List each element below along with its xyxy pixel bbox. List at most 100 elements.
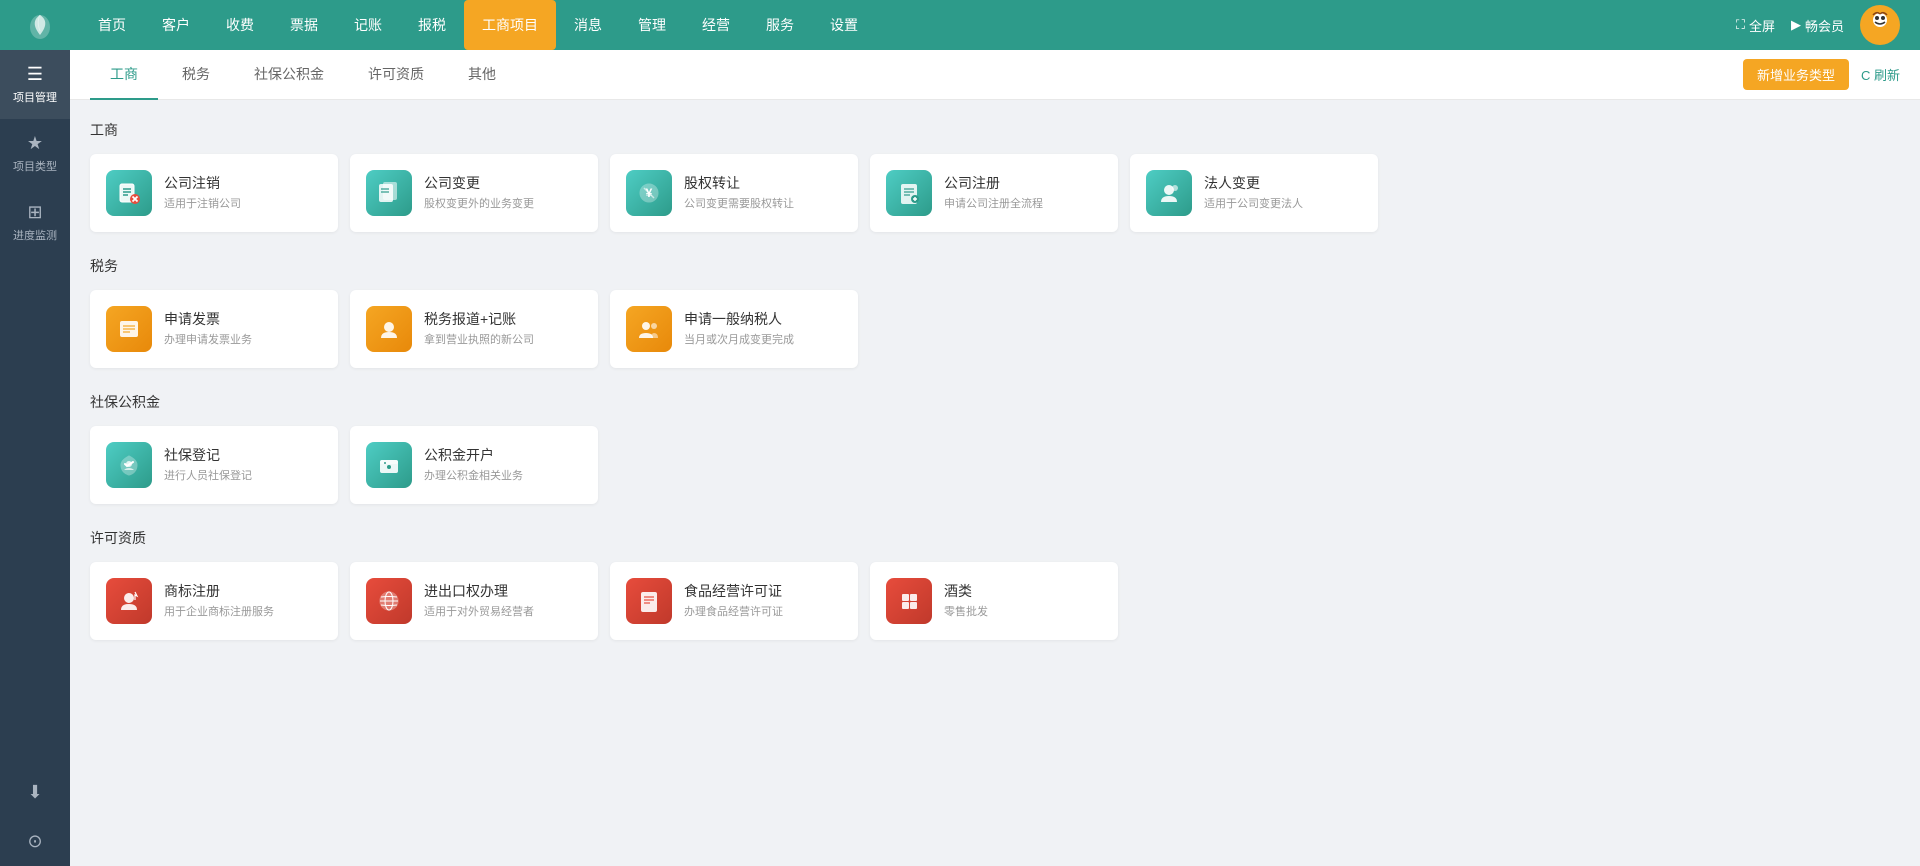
shuiwu-card-grid: 申请发票 办理申请发票业务 税务报道+记账 xyxy=(90,290,1900,368)
card-food-license[interactable]: 食品经营许可证 办理食品经营许可证 xyxy=(610,562,858,640)
tab-shebao[interactable]: 社保公积金 xyxy=(234,50,344,100)
legal-change-title: 法人变更 xyxy=(1204,173,1362,193)
card-trademark[interactable]: 商标注册 用于企业商标注册服务 xyxy=(90,562,338,640)
nav-fee[interactable]: 收费 xyxy=(208,0,272,50)
sidebar-item-progress[interactable]: ⊞ 进度监测 xyxy=(0,188,70,257)
sidebar-download[interactable]: ⬇ xyxy=(0,768,70,817)
company-cancel-title: 公司注销 xyxy=(164,173,322,193)
nav-tax[interactable]: 报税 xyxy=(400,0,464,50)
card-company-change[interactable]: 公司变更 股权变更外的业务变更 xyxy=(350,154,598,232)
liquor-icon xyxy=(886,578,932,624)
nav-service[interactable]: 服务 xyxy=(748,0,812,50)
taxpayer-title: 申请一般纳税人 xyxy=(684,309,842,329)
fullscreen-button[interactable]: ⛶ 全屏 xyxy=(1736,16,1775,35)
company-cancel-desc: 适用于注销公司 xyxy=(164,197,322,212)
sidebar-item-project-manage[interactable]: ☰ 项目管理 xyxy=(0,50,70,119)
liquor-info: 酒类 零售批发 xyxy=(944,581,1102,620)
company-cancel-icon xyxy=(106,170,152,216)
company-change-icon xyxy=(366,170,412,216)
card-provident-fund[interactable]: 公积金开户 办理公积金相关业务 xyxy=(350,426,598,504)
social-security-icon xyxy=(106,442,152,488)
sidebar-item-project-type[interactable]: ★ 项目类型 xyxy=(0,119,70,188)
nav-right: ⛶ 全屏 ▶ 畅会员 xyxy=(1736,5,1900,45)
company-change-title: 公司变更 xyxy=(424,173,582,193)
section-shebao-title: 社保公积金 xyxy=(90,392,1900,412)
nav-manage[interactable]: 管理 xyxy=(620,0,684,50)
tax-report-icon xyxy=(366,306,412,352)
provident-fund-icon xyxy=(366,442,412,488)
taxpayer-desc: 当月或次月成变更完成 xyxy=(684,333,842,348)
tab-shuiwu[interactable]: 税务 xyxy=(162,50,230,100)
card-taxpayer[interactable]: 申请一般纳税人 当月或次月成变更完成 xyxy=(610,290,858,368)
company-change-info: 公司变更 股权变更外的业务变更 xyxy=(424,173,582,212)
liquor-desc: 零售批发 xyxy=(944,605,1102,620)
provident-fund-desc: 办理公积金相关业务 xyxy=(424,469,582,484)
import-export-icon xyxy=(366,578,412,624)
card-tax-report[interactable]: 税务报道+记账 拿到营业执照的新公司 xyxy=(350,290,598,368)
location-icon: ⊙ xyxy=(27,831,42,852)
import-export-desc: 适用于对外贸易经营者 xyxy=(424,605,582,620)
invoice-info: 申请发票 办理申请发票业务 xyxy=(164,309,322,348)
tax-report-info: 税务报道+记账 拿到营业执照的新公司 xyxy=(424,309,582,348)
section-gongshang: 工商 xyxy=(90,120,1900,232)
play-icon: ▶ xyxy=(1791,17,1801,33)
legal-change-icon xyxy=(1146,170,1192,216)
nav-business[interactable]: 工商项目 xyxy=(464,0,556,50)
invoice-desc: 办理申请发票业务 xyxy=(164,333,322,348)
vip-button[interactable]: ▶ 畅会员 xyxy=(1791,16,1844,35)
invoice-title: 申请发票 xyxy=(164,309,322,329)
import-export-title: 进出口权办理 xyxy=(424,581,582,601)
star-icon: ★ xyxy=(27,133,43,154)
taxpayer-info: 申请一般纳税人 当月或次月成变更完成 xyxy=(684,309,842,348)
card-import-export[interactable]: 进出口权办理 适用于对外贸易经营者 xyxy=(350,562,598,640)
avatar[interactable] xyxy=(1860,5,1900,45)
nav-customer[interactable]: 客户 xyxy=(144,0,208,50)
nav-ticket[interactable]: 票据 xyxy=(272,0,336,50)
trademark-title: 商标注册 xyxy=(164,581,322,601)
card-company-cancel[interactable]: 公司注销 适用于注销公司 xyxy=(90,154,338,232)
taxpayer-icon xyxy=(626,306,672,352)
food-license-title: 食品经营许可证 xyxy=(684,581,842,601)
sidebar-location[interactable]: ⊙ xyxy=(0,817,70,866)
social-security-info: 社保登记 进行人员社保登记 xyxy=(164,445,322,484)
section-gongshang-title: 工商 xyxy=(90,120,1900,140)
card-legal-change[interactable]: 法人变更 适用于公司变更法人 xyxy=(1130,154,1378,232)
content-area: 工商 税务 社保公积金 许可资质 其他 新增业务类型 C 刷新 工商 xyxy=(70,50,1920,866)
equity-transfer-desc: 公司变更需要股权转让 xyxy=(684,197,842,212)
equity-transfer-icon: ¥ xyxy=(626,170,672,216)
equity-transfer-info: 股权转让 公司变更需要股权转让 xyxy=(684,173,842,212)
tax-report-desc: 拿到营业执照的新公司 xyxy=(424,333,582,348)
invoice-icon xyxy=(106,306,152,352)
main-layout: ☰ 项目管理 ★ 项目类型 ⊞ 进度监测 ⬇ ⊙ 工商 税务 社保公积金 许可资… xyxy=(0,50,1920,866)
card-social-security[interactable]: 社保登记 进行人员社保登记 xyxy=(90,426,338,504)
food-license-icon xyxy=(626,578,672,624)
card-company-register[interactable]: 公司注册 申请公司注册全流程 xyxy=(870,154,1118,232)
card-liquor[interactable]: 酒类 零售批发 xyxy=(870,562,1118,640)
section-xuke: 许可资质 商标注册 用于企业商标注册服务 xyxy=(90,528,1900,640)
nav-home[interactable]: 首页 xyxy=(80,0,144,50)
equity-transfer-title: 股权转让 xyxy=(684,173,842,193)
tab-xuke[interactable]: 许可资质 xyxy=(348,50,444,100)
import-export-info: 进出口权办理 适用于对外贸易经营者 xyxy=(424,581,582,620)
company-cancel-info: 公司注销 适用于注销公司 xyxy=(164,173,322,212)
nav-settings[interactable]: 设置 xyxy=(812,0,876,50)
section-shuiwu: 税务 申请发票 xyxy=(90,256,1900,368)
logo xyxy=(10,7,70,43)
nav-accounting[interactable]: 记账 xyxy=(336,0,400,50)
card-invoice[interactable]: 申请发票 办理申请发票业务 xyxy=(90,290,338,368)
refresh-button[interactable]: C 刷新 xyxy=(1861,65,1900,84)
company-change-desc: 股权变更外的业务变更 xyxy=(424,197,582,212)
nav-message[interactable]: 消息 xyxy=(556,0,620,50)
list-icon: ☰ xyxy=(27,64,43,85)
scroll-content[interactable]: 工商 xyxy=(70,100,1920,866)
section-shuiwu-title: 税务 xyxy=(90,256,1900,276)
nav-operation[interactable]: 经营 xyxy=(684,0,748,50)
company-register-title: 公司注册 xyxy=(944,173,1102,193)
sidebar-bottom: ⬇ ⊙ xyxy=(0,768,70,866)
social-security-title: 社保登记 xyxy=(164,445,322,465)
tab-other[interactable]: 其他 xyxy=(448,50,516,100)
add-business-type-button[interactable]: 新增业务类型 xyxy=(1743,59,1849,90)
tabs-actions: 新增业务类型 C 刷新 xyxy=(1743,59,1900,90)
tab-gongshang[interactable]: 工商 xyxy=(90,50,158,100)
card-equity-transfer[interactable]: ¥ 股权转让 公司变更需要股权转让 xyxy=(610,154,858,232)
